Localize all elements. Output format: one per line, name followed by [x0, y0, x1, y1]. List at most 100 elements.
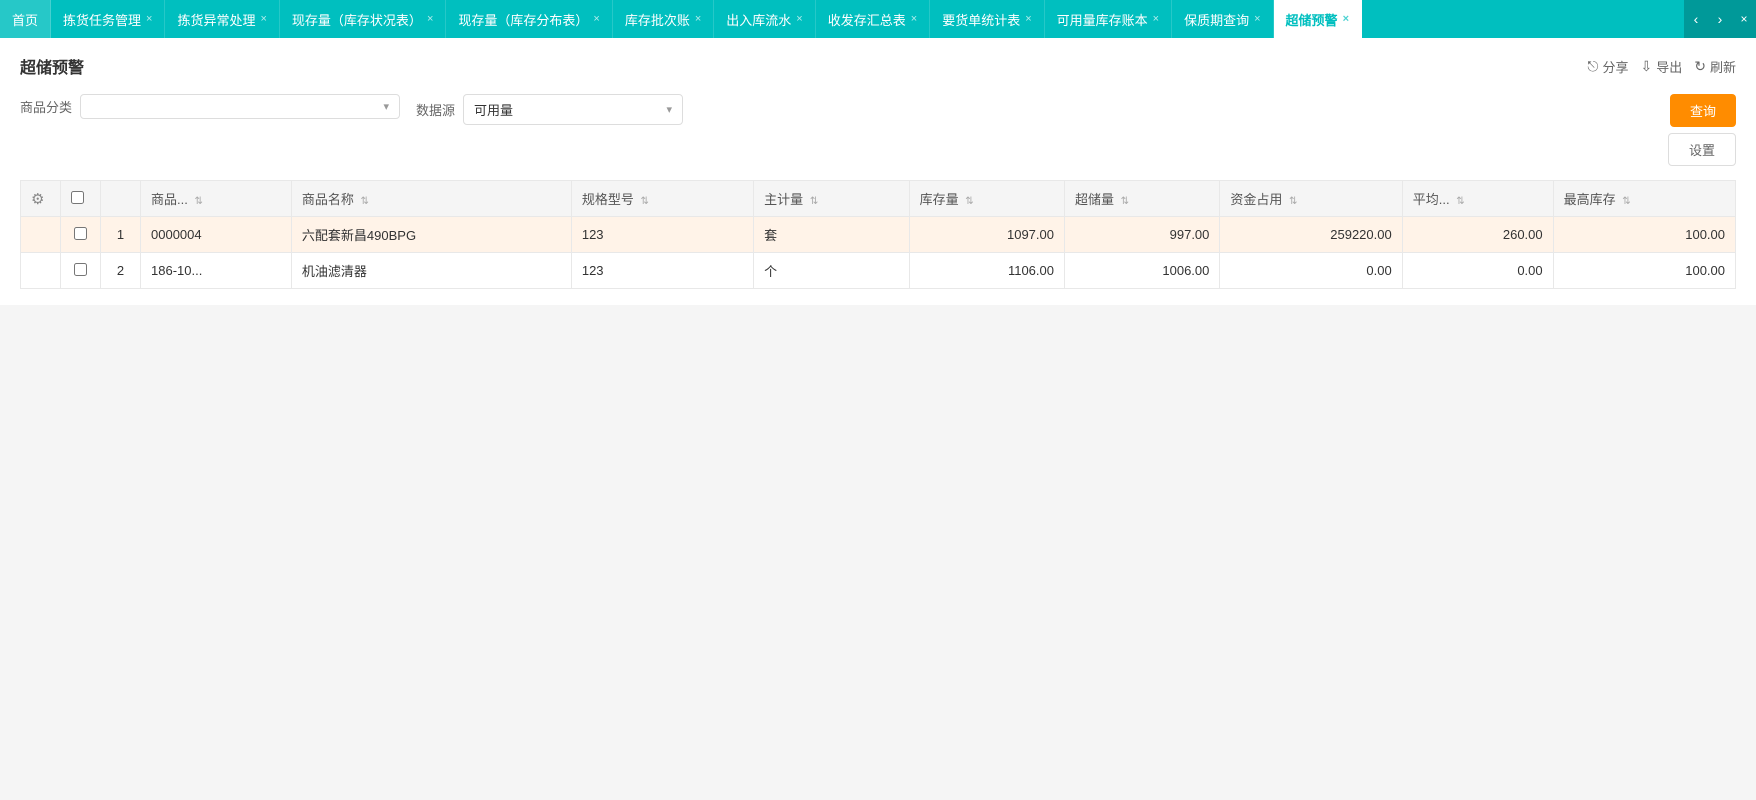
product-category-filter: 商品分类 ▾: [20, 94, 400, 119]
th-overstock-label: 超储量: [1075, 192, 1114, 207]
gear-settings-icon[interactable]: ⚙: [31, 191, 44, 208]
nav-close-overstock[interactable]: ×: [1343, 13, 1349, 25]
row-checkbox-cell-0: [61, 217, 101, 253]
nav-arrow-close[interactable]: ×: [1732, 0, 1756, 38]
row-checkbox-0[interactable]: [74, 227, 87, 240]
row-max-stock-0: 100.00: [1553, 217, 1735, 253]
refresh-button[interactable]: ↻ 刷新: [1694, 57, 1736, 76]
table-header-row: ⚙ 商品... ⇅ 商品名称 ⇅ 规格型号 ⇅: [21, 181, 1736, 217]
row-capital-0: 259220.00: [1220, 217, 1402, 253]
th-avg-label: 平均...: [1413, 192, 1450, 207]
th-spec[interactable]: 规格型号 ⇅: [571, 181, 753, 217]
export-button[interactable]: ⇩ 导出: [1641, 57, 1683, 76]
row-gear-0: [21, 217, 61, 253]
page-content: 超储预警 ⎋ 分享 ⇩ 导出 ↻ 刷新 商品分类 ▾ 数据源: [0, 38, 1756, 305]
table-row: 1 0000004 六配套新昌490BPG 123 套 1097.00 997.…: [21, 217, 1736, 253]
th-overstock[interactable]: 超储量 ⇅: [1064, 181, 1219, 217]
nav-label-expiry: 保质期查询: [1184, 10, 1249, 29]
product-category-select[interactable]: ▾: [80, 94, 400, 119]
nav-label-available: 可用量库存账本: [1057, 10, 1148, 29]
settings-button[interactable]: 设置: [1668, 133, 1736, 166]
row-max-stock-1: 100.00: [1553, 253, 1735, 289]
nav-label-stock-status: 现存量（库存状况表）: [292, 10, 422, 29]
export-label: 导出: [1656, 57, 1682, 76]
th-product-code-label: 商品...: [151, 192, 188, 207]
nav-item-stock-status[interactable]: 现存量（库存状况表） ×: [280, 0, 446, 38]
th-spec-label: 规格型号: [582, 192, 634, 207]
sort-icon-unit: ⇅: [810, 196, 818, 207]
nav-close-abnormal[interactable]: ×: [260, 13, 266, 25]
sort-icon-code: ⇅: [194, 196, 202, 207]
nav-item-abnormal[interactable]: 拣货异常处理 ×: [165, 0, 279, 38]
data-table: ⚙ 商品... ⇅ 商品名称 ⇅ 规格型号 ⇅: [20, 180, 1736, 289]
row-avg-1: 0.00: [1402, 253, 1553, 289]
nav-label-home: 首页: [12, 10, 38, 29]
data-source-filter: 数据源 可用量 ▾: [416, 94, 683, 125]
nav-item-expiry[interactable]: 保质期查询 ×: [1172, 0, 1273, 38]
nav-item-summary[interactable]: 收发存汇总表 ×: [816, 0, 930, 38]
share-label: 分享: [1602, 57, 1628, 76]
data-source-select[interactable]: 可用量 ▾: [463, 94, 683, 125]
sort-icon-name: ⇅: [361, 196, 369, 207]
table-row: 2 186-10... 机油滤清器 123 个 1106.00 1006.00 …: [21, 253, 1736, 289]
th-max-stock[interactable]: 最高库存 ⇅: [1553, 181, 1735, 217]
chevron-down-icon-2: ▾: [667, 103, 673, 116]
th-max-stock-label: 最高库存: [1564, 192, 1616, 207]
page-header: 超储预警 ⎋ 分享 ⇩ 导出 ↻ 刷新: [20, 54, 1736, 78]
nav-close-batch[interactable]: ×: [695, 13, 701, 25]
row-num-0: 1: [101, 217, 141, 253]
th-stock-label: 库存量: [920, 192, 959, 207]
row-checkbox-1[interactable]: [74, 263, 87, 276]
nav-close-flow[interactable]: ×: [796, 13, 802, 25]
row-product-code-0: 0000004: [141, 217, 292, 253]
top-navigation: 首页 拣货任务管理 × 拣货异常处理 × 现存量（库存状况表） × 现存量（库存…: [0, 0, 1756, 38]
nav-close-demand[interactable]: ×: [1025, 13, 1031, 25]
row-checkbox-cell-1: [61, 253, 101, 289]
nav-label-overstock: 超储预警: [1286, 10, 1338, 29]
sort-icon-avg: ⇅: [1456, 196, 1464, 207]
nav-item-task[interactable]: 拣货任务管理 ×: [51, 0, 165, 38]
th-product-name[interactable]: 商品名称 ⇅: [291, 181, 571, 217]
nav-close-available[interactable]: ×: [1153, 13, 1159, 25]
data-source-value: 可用量: [474, 100, 513, 119]
row-unit-1: 个: [754, 253, 909, 289]
query-button[interactable]: 查询: [1670, 94, 1736, 127]
row-avg-0: 260.00: [1402, 217, 1553, 253]
th-num: [101, 181, 141, 217]
share-button[interactable]: ⎋ 分享: [1587, 57, 1628, 76]
th-capital[interactable]: 资金占用 ⇅: [1220, 181, 1402, 217]
nav-close-summary[interactable]: ×: [911, 13, 917, 25]
share-icon: ⎋: [1587, 58, 1598, 75]
nav-close-expiry[interactable]: ×: [1254, 13, 1260, 25]
th-avg[interactable]: 平均... ⇅: [1402, 181, 1553, 217]
row-capital-1: 0.00: [1220, 253, 1402, 289]
chevron-down-icon: ▾: [383, 100, 389, 113]
th-unit[interactable]: 主计量 ⇅: [754, 181, 909, 217]
nav-item-home[interactable]: 首页: [0, 0, 51, 38]
row-overstock-0: 997.00: [1064, 217, 1219, 253]
nav-item-batch[interactable]: 库存批次账 ×: [613, 0, 714, 38]
sort-icon-capital: ⇅: [1289, 196, 1297, 207]
nav-item-available[interactable]: 可用量库存账本 ×: [1045, 0, 1172, 38]
nav-item-demand[interactable]: 要货单统计表 ×: [930, 0, 1044, 38]
nav-label-summary: 收发存汇总表: [828, 10, 906, 29]
row-spec-1: 123: [571, 253, 753, 289]
row-product-name-0: 六配套新昌490BPG: [291, 217, 571, 253]
product-category-label: 商品分类: [20, 97, 72, 116]
th-stock[interactable]: 库存量 ⇅: [909, 181, 1064, 217]
nav-arrow-right[interactable]: ›: [1708, 0, 1732, 38]
refresh-icon: ↻: [1694, 58, 1706, 75]
refresh-label: 刷新: [1710, 57, 1736, 76]
nav-close-stock-status[interactable]: ×: [427, 13, 433, 25]
nav-label-batch: 库存批次账: [625, 10, 690, 29]
select-all-checkbox[interactable]: [71, 191, 84, 204]
nav-close-stock-dist[interactable]: ×: [593, 13, 599, 25]
nav-close-task[interactable]: ×: [146, 13, 152, 25]
nav-item-flow[interactable]: 出入库流水 ×: [714, 0, 815, 38]
row-spec-0: 123: [571, 217, 753, 253]
sort-icon-overstock: ⇅: [1121, 196, 1129, 207]
nav-arrow-left[interactable]: ‹: [1684, 0, 1708, 38]
nav-item-overstock[interactable]: 超储预警 ×: [1274, 0, 1362, 38]
th-product-code[interactable]: 商品... ⇅: [141, 181, 292, 217]
nav-item-stock-dist[interactable]: 现存量（库存分布表） ×: [446, 0, 612, 38]
